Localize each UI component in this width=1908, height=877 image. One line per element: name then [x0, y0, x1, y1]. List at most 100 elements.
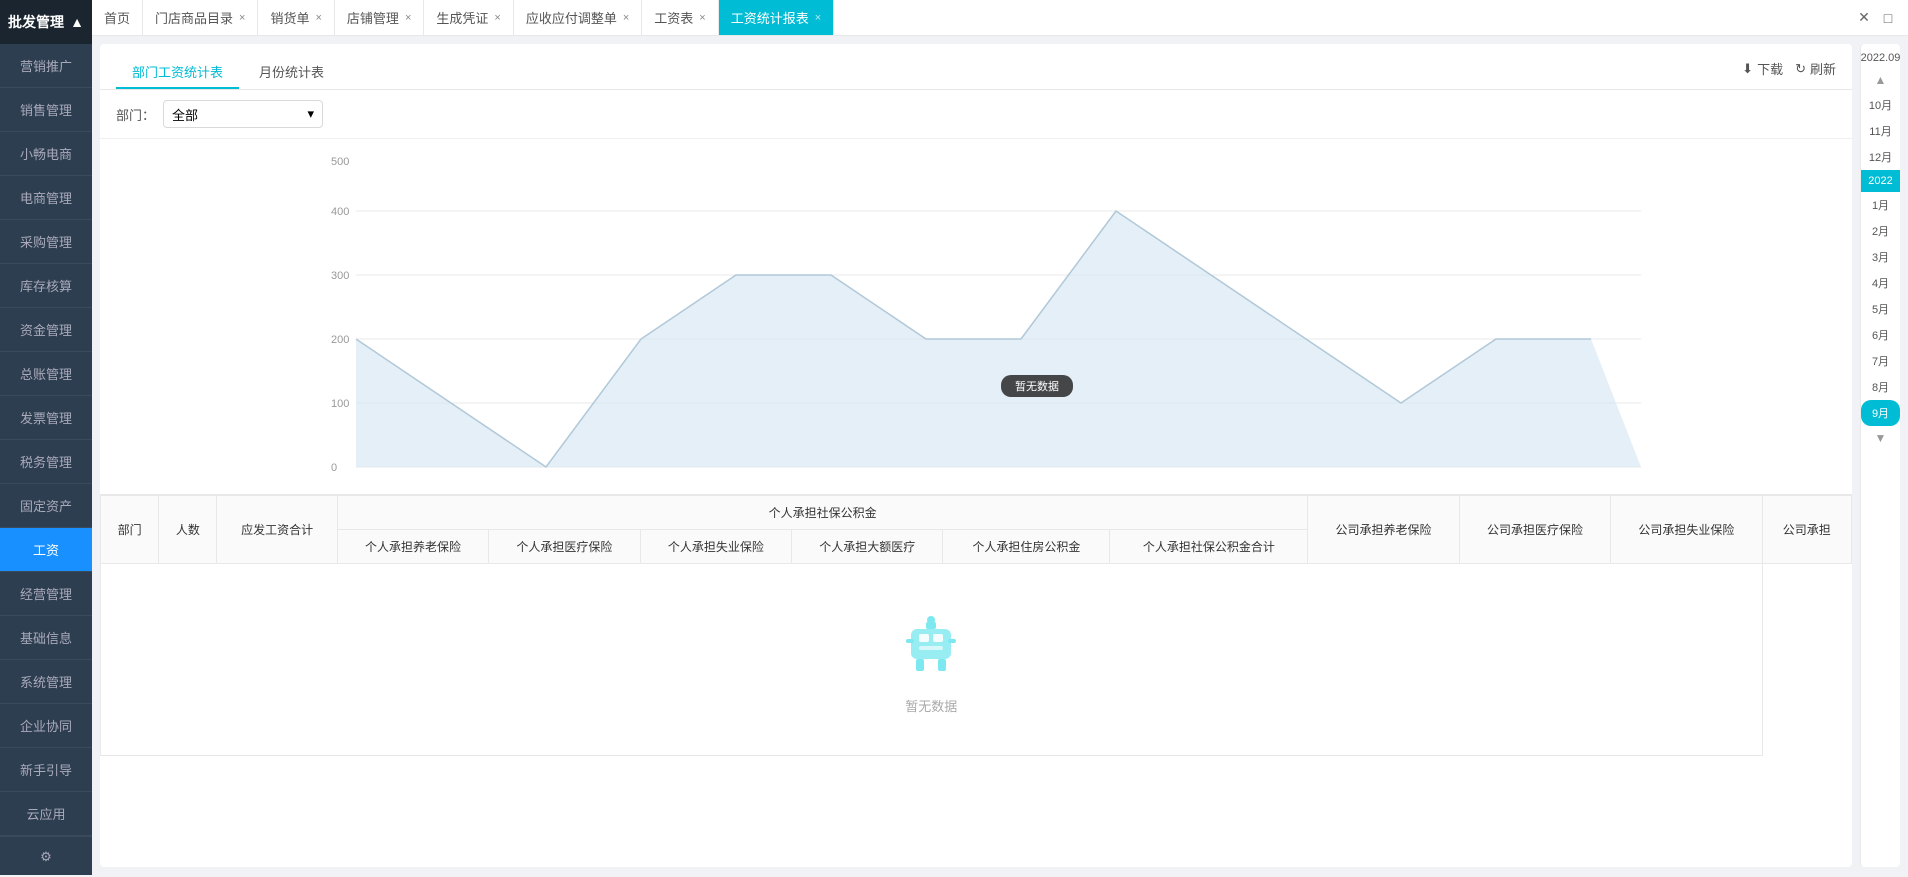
settings-icon: ⚙ [40, 849, 52, 864]
tab-首页[interactable]: 首页 [92, 0, 143, 36]
th-部门: 部门 [101, 496, 159, 564]
tab-应收应付调整单[interactable]: 应收应付调整单 × [514, 0, 642, 36]
sidebar-item-库存核算[interactable]: 库存核算 [0, 264, 92, 308]
main-panel: 部门工资统计表 月份统计表 ⬇ 下载 ↻ 刷新 部门： [100, 44, 1852, 867]
chart-area: 0 100 200 300 400 500 [100, 139, 1852, 494]
content-area: 部门工资统计表 月份统计表 ⬇ 下载 ↻ 刷新 部门： [92, 36, 1908, 875]
th-公司承担医疗保险: 公司承担医疗保险 [1459, 496, 1610, 564]
month-5[interactable]: 5月 [1861, 296, 1900, 322]
sidebar-item-系统管理[interactable]: 系统管理 [0, 660, 92, 704]
month-4[interactable]: 4月 [1861, 270, 1900, 296]
th-个人承担社保公积金: 个人承担社保公积金 [337, 496, 1308, 530]
sidebar-item-总账管理[interactable]: 总账管理 [0, 352, 92, 396]
tab-close-工资统计报表[interactable]: × [815, 12, 821, 24]
tab-close-工资表[interactable]: × [699, 12, 705, 24]
tab-销货单-label: 销货单 [270, 8, 309, 27]
th-公司承担: 公司承担 [1762, 496, 1851, 564]
tab-首页-label: 首页 [104, 8, 130, 27]
tab-close-门店商品目录[interactable]: × [239, 12, 245, 24]
refresh-icon: ↻ [1795, 61, 1806, 77]
tab-门店商品目录[interactable]: 门店商品目录 × [143, 0, 258, 36]
sidebar-item-工资[interactable]: 工资 [0, 528, 92, 572]
download-label: 下载 [1757, 59, 1783, 78]
tab-close-店铺管理[interactable]: × [405, 12, 411, 24]
tab-bar: 首页 门店商品目录 × 销货单 × 店铺管理 × 生成凭证 × 应收应付调整单 … [92, 0, 1908, 36]
area-chart: 0 100 200 300 400 500 [116, 155, 1836, 475]
month-7[interactable]: 7月 [1861, 348, 1900, 374]
download-button[interactable]: ⬇ 下载 [1742, 59, 1783, 78]
month-12[interactable]: 12月 [1861, 144, 1900, 170]
tab-工资表-label: 工资表 [654, 8, 693, 27]
month-10[interactable]: 10月 [1861, 92, 1900, 118]
th-个人承担失业保险: 个人承担失业保险 [640, 530, 791, 564]
svg-text:暂无数据: 暂无数据 [1015, 379, 1059, 393]
month-2[interactable]: 2月 [1861, 218, 1900, 244]
scroll-up-btn[interactable]: ▲ [1869, 68, 1893, 92]
month-1[interactable]: 1月 [1861, 192, 1900, 218]
tab-工资表[interactable]: 工资表 × [642, 0, 718, 36]
sidebar-item-云应用[interactable]: 云应用 [0, 792, 92, 836]
sub-tab-部门工资统计表[interactable]: 部门工资统计表 [116, 56, 239, 89]
month-3[interactable]: 3月 [1861, 244, 1900, 270]
th-公司承担养老保险: 公司承担养老保险 [1308, 496, 1459, 564]
sidebar-item-营销推广[interactable]: 营销推广 [0, 44, 92, 88]
sub-tab-list: 部门工资统计表 月份统计表 [116, 56, 340, 89]
th-个人承担医疗保险: 个人承担医疗保险 [489, 530, 640, 564]
empty-text: 暂无数据 [905, 696, 957, 715]
sidebar-item-基础信息[interactable]: 基础信息 [0, 616, 92, 660]
sidebar-item-企业协同[interactable]: 企业协同 [0, 704, 92, 748]
th-人数: 人数 [159, 496, 217, 564]
sidebar-item-小畅电商[interactable]: 小畅电商 [0, 132, 92, 176]
empty-robot-icon [891, 604, 971, 684]
empty-state: 暂无数据 [101, 564, 1762, 755]
sub-tabs: 部门工资统计表 月份统计表 ⬇ 下载 ↻ 刷新 [100, 44, 1852, 90]
tab-close-销货单[interactable]: × [315, 12, 321, 24]
sidebar-item-采购管理[interactable]: 采购管理 [0, 220, 92, 264]
tab-工资统计报表-label: 工资统计报表 [731, 8, 809, 27]
year-2022-tag: 2022 [1861, 170, 1900, 192]
sidebar-item-固定资产[interactable]: 固定资产 [0, 484, 92, 528]
svg-text:300: 300 [331, 270, 349, 282]
current-year-month[interactable]: 2022.09 [1860, 48, 1900, 68]
tab-bar-restore-btn[interactable]: □ [1876, 6, 1900, 30]
tab-close-应收应付调整单[interactable]: × [623, 12, 629, 24]
sidebar-item-经营管理[interactable]: 经营管理 [0, 572, 92, 616]
th-公司承担失业保险: 公司承担失业保险 [1611, 496, 1762, 564]
refresh-button[interactable]: ↻ 刷新 [1795, 59, 1836, 78]
tab-工资统计报表[interactable]: 工资统计报表 × [719, 0, 834, 36]
tab-门店商品目录-label: 门店商品目录 [155, 8, 233, 27]
tab-应收应付调整单-label: 应收应付调整单 [526, 8, 617, 27]
sub-tab-月份统计表[interactable]: 月份统计表 [243, 56, 340, 89]
tab-bar-close-btn[interactable]: ✕ [1852, 6, 1876, 30]
th-个人承担住房公积金: 个人承担住房公积金 [943, 530, 1110, 564]
tab-店铺管理[interactable]: 店铺管理 × [335, 0, 424, 36]
sidebar-item-销售管理[interactable]: 销售管理 [0, 88, 92, 132]
dept-select[interactable]: 全部 ▾ [163, 100, 323, 128]
right-panel: 2022.09 ▲ 10月 11月 12月 2022 1月 2月 3月 4月 5… [1860, 44, 1900, 867]
svg-text:100: 100 [331, 398, 349, 410]
th-个人承担养老保险: 个人承担养老保险 [337, 530, 488, 564]
sidebar-item-资金管理[interactable]: 资金管理 [0, 308, 92, 352]
sidebar-settings[interactable]: ⚙ [0, 836, 92, 877]
scroll-down-btn[interactable]: ▼ [1869, 426, 1893, 450]
th-个人承担社保公积金合计: 个人承担社保公积金合计 [1110, 530, 1308, 564]
month-11[interactable]: 11月 [1861, 118, 1900, 144]
table-area[interactable]: 部门 人数 应发工资合计 个人承担社保公积金 公司承担养老保险 公司承担医疗保险… [100, 494, 1852, 867]
dept-select-value: 全部 [172, 105, 198, 124]
sidebar-item-新手引导[interactable]: 新手引导 [0, 748, 92, 792]
tab-生成凭证[interactable]: 生成凭证 × [424, 0, 513, 36]
month-9[interactable]: 9月 [1861, 400, 1900, 426]
month-8[interactable]: 8月 [1861, 374, 1900, 400]
th-应发工资合计: 应发工资合计 [217, 496, 337, 564]
download-icon: ⬇ [1742, 61, 1753, 77]
month-6[interactable]: 6月 [1861, 322, 1900, 348]
tab-生成凭证-label: 生成凭证 [436, 8, 488, 27]
tab-close-生成凭证[interactable]: × [494, 12, 500, 24]
sidebar-item-发票管理[interactable]: 发票管理 [0, 396, 92, 440]
tab-销货单[interactable]: 销货单 × [258, 0, 334, 36]
refresh-label: 刷新 [1810, 59, 1836, 78]
tab-店铺管理-label: 店铺管理 [347, 8, 399, 27]
sidebar-header[interactable]: 批发管理 ▲ [0, 0, 92, 44]
sidebar-item-税务管理[interactable]: 税务管理 [0, 440, 92, 484]
sidebar-item-电商管理[interactable]: 电商管理 [0, 176, 92, 220]
